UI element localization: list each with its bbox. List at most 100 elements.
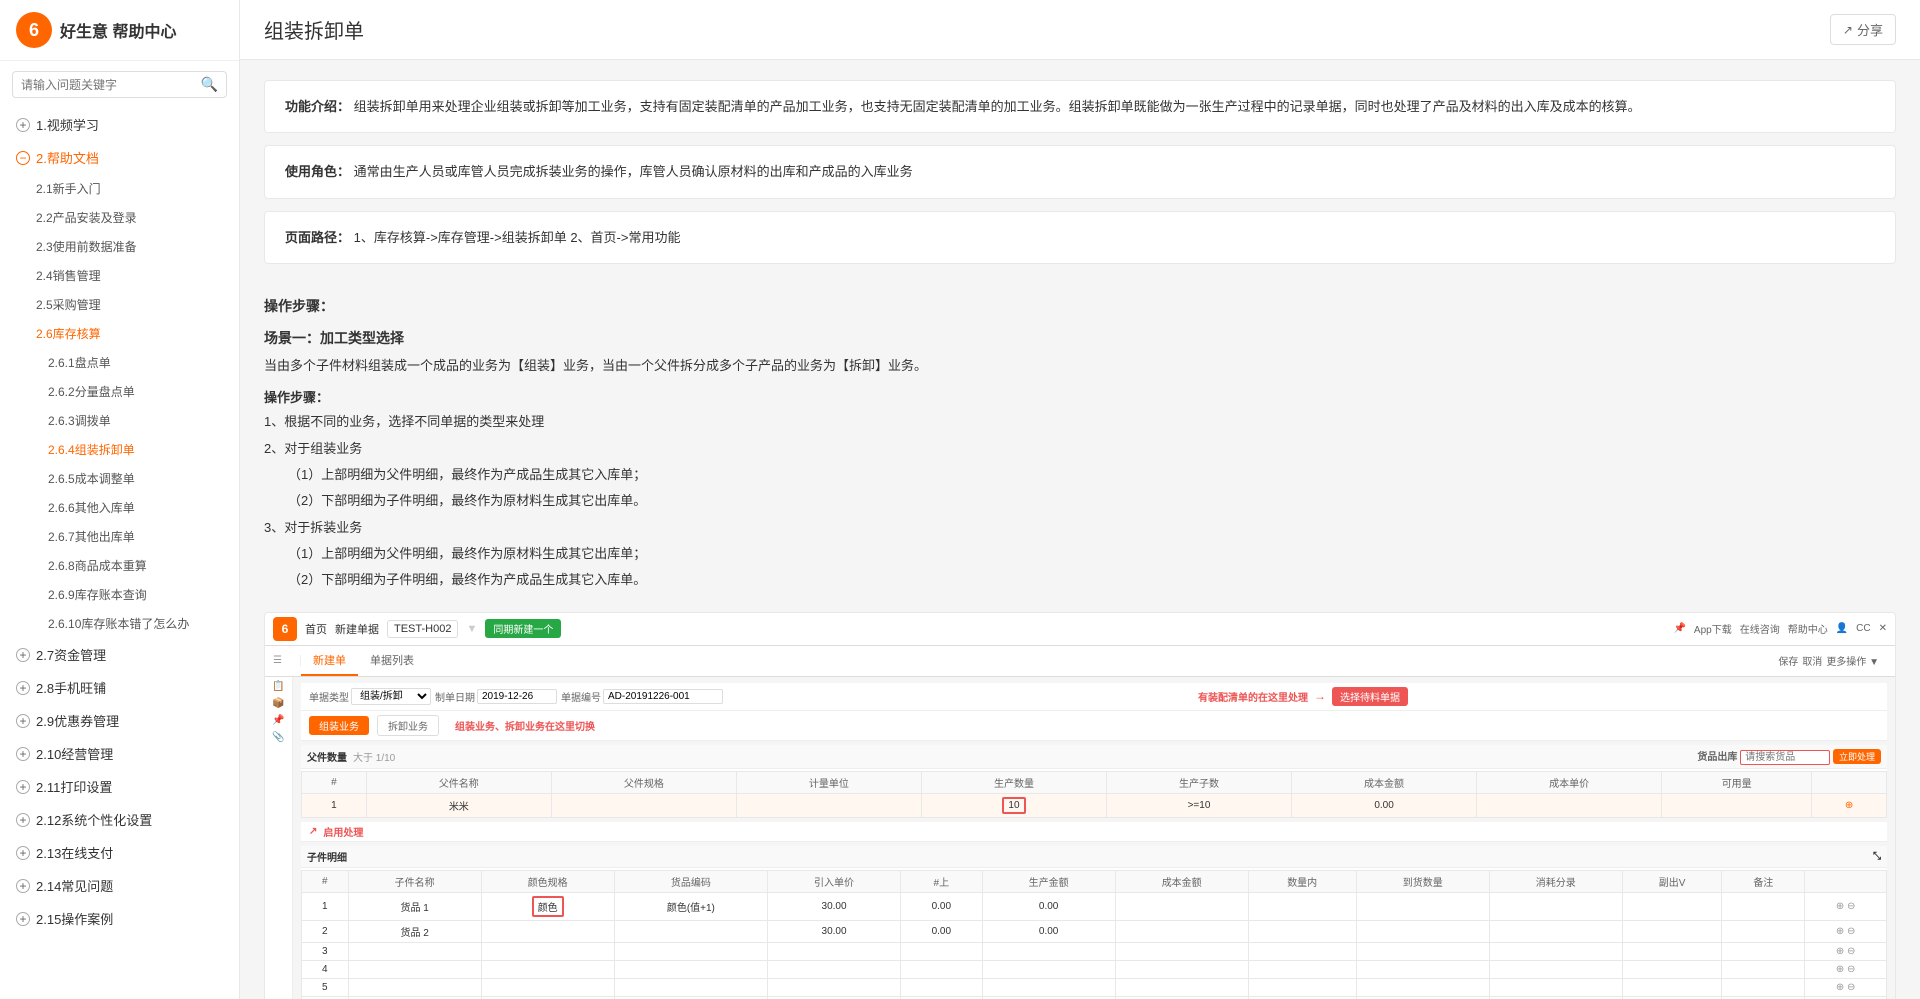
lt-r1-spec-box[interactable]: 颜色 [532,896,564,917]
sidebar-item-video[interactable]: + 1.视频学习 [0,108,239,141]
step-2-2: （2）下部明细为子件明细，最终作为原材料生成其它出库单。 [264,489,1896,514]
sidebar-sub-sub-2-6-8[interactable]: 2.6.8商品成本重算 [0,551,239,580]
nav-section: + 1.视频学习 − 2.帮助文档 2.1新手入门 2.2产品安装及登录 2.3… [0,108,239,943]
lt-r1-num: 1 [302,892,349,920]
upper-cell-unit [736,793,921,817]
share-button[interactable]: ↗ 分享 [1830,14,1896,45]
search-input[interactable] [21,78,201,92]
lt-th-spec: 颜色规格 [481,870,614,892]
upper-cell-action: ⊕ [1812,793,1887,817]
step-3-2: （2）下部明细为子件明细，最终作为产成品生成其它入库单。 [264,568,1896,593]
upper-table: # 父件名称 父件规格 计量单位 生产数量 生产子数 成本金额 成本单价 可用量 [301,771,1887,818]
app-tab-list[interactable]: 单据列表 [358,646,426,676]
sidebar-item-2-15[interactable]: + 2.15操作案例 [0,902,239,935]
app-form-toolbar: 单据类型 组装/拆卸 制单日期 单据编号 [301,683,1887,711]
function-intro-label: 功能介绍： [285,99,350,114]
sidebar-item-2-14[interactable]: + 2.14常见问题 [0,869,239,902]
sidebar-item-2-13[interactable]: + 2.13在线支付 [0,836,239,869]
order-type-select[interactable]: 组装/拆卸 [351,688,431,705]
sidebar-toggle-icon[interactable]: ☰ [273,655,282,666]
order-no-label: 单据编号 [561,689,601,704]
annotation-3-label: 启用处理 [323,824,363,839]
sidebar-sub-item-2-1[interactable]: 2.1新手入门 [0,174,239,203]
lt-r2-cost-amt [1115,920,1248,942]
nav-icon-notification: 📌 [1673,623,1685,634]
role-card: 使用角色： 通常由生产人员或库管人员完成拆装业务的操作，库管人员确认原材料的出库… [264,145,1896,198]
lt-r2-spec [481,920,614,942]
sidebar-sub-sub-2-6-9[interactable]: 2.6.9库存账本查询 [0,580,239,609]
sidebar-sub-item-2-6[interactable]: 2.6库存核算 [0,319,239,348]
sidebar-item-label: 2.12系统个性化设置 [36,810,152,829]
role-label: 使用角色： [285,164,350,179]
sidebar-sub-sub-2-6-4[interactable]: 2.6.4组装拆卸单 [0,435,239,464]
lower-expand-icon[interactable]: ⤡ [1873,851,1881,862]
tab-action-save[interactable]: 保存 [1778,653,1798,668]
search-bar[interactable]: 🔍 [12,71,227,98]
lt-th-num: # [302,870,349,892]
prod-qty-box[interactable]: 10 [1002,797,1025,814]
process-btn[interactable]: 立即处理 [1833,749,1881,764]
expand-icon: + [16,780,30,794]
sidebar-item-2-10[interactable]: + 2.10经营管理 [0,737,239,770]
lt-r2-action[interactable]: ⊕ ⊖ [1805,920,1887,942]
step-2: 2、对于组装业务 [264,437,1896,462]
order-no-input[interactable] [603,689,723,704]
sidebar-item-label: 2.14常见问题 [36,876,113,895]
sidebar-item-2-12[interactable]: + 2.12系统个性化设置 [0,803,239,836]
annotated-btn-1[interactable]: 选择待料单据 [1332,687,1408,706]
sidebar-sub-sub-2-6-6[interactable]: 2.6.6其他入库单 [0,493,239,522]
sidebar-sub-sub-2-6-7[interactable]: 2.6.7其他出库单 [0,522,239,551]
sidebar-header: 6 好生意 帮助中心 [0,0,239,61]
lt-row-1: 1 货品 1 颜色 颜色(值+1) 30.00 0.00 0.00 [302,892,1887,920]
tab-action-cancel[interactable]: 取消 [1802,653,1822,668]
sidebar-sub-sub-2-6-3[interactable]: 2.6.3调拨单 [0,406,239,435]
right-search-input[interactable] [1740,750,1830,765]
sidebar-sub-sub-2-6-2[interactable]: 2.6.2分量盘点单 [0,377,239,406]
app-nav-icons: 📌 App下载 在线咨询 帮助中心 👤 CC ✕ [1673,621,1887,636]
upper-cell-num: 1 [302,793,367,817]
sidebar-sub-sub-2-6-5[interactable]: 2.6.5成本调整单 [0,464,239,493]
sidebar-sub-sub-2-6-10[interactable]: 2.6.10库存账本错了怎么办 [0,609,239,638]
lt-r1-action[interactable]: ⊕ ⊖ [1805,892,1887,920]
app-name: 好生意 帮助中心 [60,18,176,42]
lt-r1-qty-in [1248,892,1356,920]
topbar-new-btn[interactable]: 同期新建一个 [485,619,561,638]
topbar-menu-new: 新建单据 [335,621,379,637]
sidebar-sub-item-2-4[interactable]: 2.4销售管理 [0,261,239,290]
sidebar-item-2-8[interactable]: + 2.8手机旺铺 [0,671,239,704]
sidebar-item-2-7[interactable]: + 2.7资金管理 [0,638,239,671]
lt-r1-cost-amt [1115,892,1248,920]
sidebar-sub-item-2-3[interactable]: 2.3使用前数据准备 [0,232,239,261]
upper-cell-spec [551,793,736,817]
nav-icon-center: 帮助中心 [1788,621,1828,636]
expand-icon: + [16,747,30,761]
upper-th-cost-price: 成本单价 [1477,771,1662,793]
row-action-icon[interactable]: ⊕ [1845,800,1853,811]
upper-th-num: # [302,771,367,793]
steps-heading: 操作步骤： [264,387,1896,406]
date-input[interactable] [477,689,557,704]
sidebar-item-2-9[interactable]: + 2.9优惠券管理 [0,704,239,737]
upper-th-name: 父件名称 [366,771,551,793]
main-content: 组装拆卸单 ↗ 分享 功能介绍： 组装拆卸单用来处理企业组装或拆卸等加工业务，支… [240,0,1920,999]
sidebar-item-docs[interactable]: − 2.帮助文档 [0,141,239,174]
screenshot-container: 6 首页 新建单据 TEST-H002 ▼ 同期新建一个 📌 App下载 在线咨… [264,612,1896,999]
search-icon[interactable]: 🔍 [201,76,218,93]
nav-icon-help: 在线咨询 [1740,621,1780,636]
type-btn-disassembly[interactable]: 拆卸业务 [377,715,439,736]
tab-action-more[interactable]: 更多操作 ▼ [1826,653,1879,668]
lt-r2-name: 货品 2 [348,920,481,942]
sidebar-sub-item-2-2[interactable]: 2.2产品安装及登录 [0,203,239,232]
lt-r2-code [614,920,767,942]
sidebar-item-label: 2.7资金管理 [36,645,106,664]
topbar-selector[interactable]: TEST-H002 [387,620,458,638]
sidebar-sub-sub-2-6-1[interactable]: 2.6.1盘点单 [0,348,239,377]
nav-icon-close[interactable]: ✕ [1879,623,1887,634]
type-btn-assembly[interactable]: 组装业务 [309,716,369,735]
sidebar-sub-item-2-5[interactable]: 2.5采购管理 [0,290,239,319]
upper-cell-cost-amt: 0.00 [1292,793,1477,817]
app-tab-new[interactable]: 新建单 [301,646,358,676]
upper-cell-name: 米米 [366,793,551,817]
sidebar-item-2-11[interactable]: + 2.11打印设置 [0,770,239,803]
expand-icon: + [16,714,30,728]
